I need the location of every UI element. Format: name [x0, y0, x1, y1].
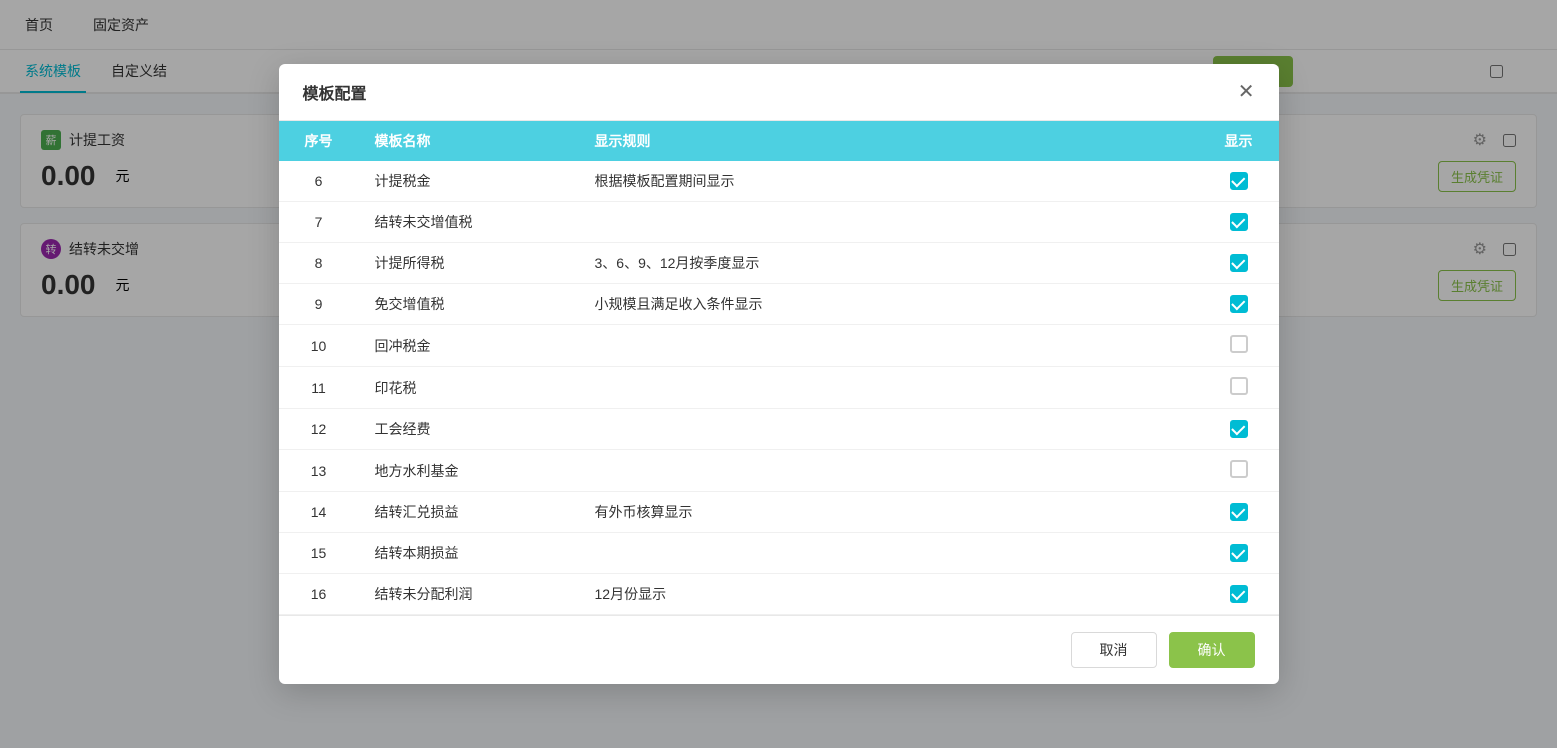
modal-body: 序号 模板名称 显示规则 显示 6计提税金根据模板配置期间显示7结转未交增值税8… [279, 121, 1279, 615]
cell-rule [579, 450, 1199, 492]
cell-id: 12 [279, 409, 359, 450]
cell-name: 结转未交增值税 [359, 202, 579, 243]
table-row: 10回冲税金 [279, 325, 1279, 367]
cell-id: 7 [279, 202, 359, 243]
cell-checkbox[interactable] [1199, 161, 1279, 202]
table-row: 14结转汇兑损益有外币核算显示 [279, 492, 1279, 533]
cell-checkbox[interactable] [1199, 367, 1279, 409]
modal-overlay: 模板配置 ✕ 序号 模板名称 显示规则 显示 6计提税金根据模板配置期间显示7结… [0, 0, 1557, 748]
checkbox-checked[interactable] [1230, 420, 1248, 438]
cell-name: 计提税金 [359, 161, 579, 202]
cell-rule [579, 325, 1199, 367]
checkbox-checked[interactable] [1230, 585, 1248, 603]
checkbox-checked[interactable] [1230, 544, 1248, 562]
checkbox-checked[interactable] [1230, 503, 1248, 521]
table-row: 9免交增值税小规模且满足收入条件显示 [279, 284, 1279, 325]
cell-name: 结转未分配利润 [359, 574, 579, 615]
cell-name: 工会经费 [359, 409, 579, 450]
cell-rule [579, 409, 1199, 450]
cell-name: 计提所得税 [359, 243, 579, 284]
table-row: 6计提税金根据模板配置期间显示 [279, 161, 1279, 202]
checkbox-checked[interactable] [1230, 254, 1248, 272]
cell-rule: 12月份显示 [579, 574, 1199, 615]
cell-rule [579, 202, 1199, 243]
checkbox-unchecked[interactable] [1230, 377, 1248, 395]
checkbox-unchecked[interactable] [1230, 335, 1248, 353]
cell-checkbox[interactable] [1199, 284, 1279, 325]
cell-rule: 有外币核算显示 [579, 492, 1199, 533]
cell-checkbox[interactable] [1199, 450, 1279, 492]
cell-rule [579, 367, 1199, 409]
table-row: 12工会经费 [279, 409, 1279, 450]
table-row: 13地方水利基金 [279, 450, 1279, 492]
col-display: 显示 [1199, 121, 1279, 161]
cell-checkbox[interactable] [1199, 243, 1279, 284]
cell-checkbox[interactable] [1199, 533, 1279, 574]
table-row: 8计提所得税3、6、9、12月按季度显示 [279, 243, 1279, 284]
checkbox-checked[interactable] [1230, 213, 1248, 231]
col-rule: 显示规则 [579, 121, 1199, 161]
modal-footer: 取消 确认 [279, 615, 1279, 684]
confirm-button[interactable]: 确认 [1169, 632, 1255, 668]
cell-id: 15 [279, 533, 359, 574]
cell-checkbox[interactable] [1199, 492, 1279, 533]
checkbox-checked[interactable] [1230, 172, 1248, 190]
cancel-button[interactable]: 取消 [1071, 632, 1157, 668]
cell-name: 结转本期损益 [359, 533, 579, 574]
cell-name: 免交增值税 [359, 284, 579, 325]
cell-rule: 3、6、9、12月按季度显示 [579, 243, 1199, 284]
cell-checkbox[interactable] [1199, 202, 1279, 243]
cell-name: 结转汇兑损益 [359, 492, 579, 533]
cell-id: 14 [279, 492, 359, 533]
cell-checkbox[interactable] [1199, 574, 1279, 615]
table-row: 11印花税 [279, 367, 1279, 409]
cell-id: 8 [279, 243, 359, 284]
table-row: 7结转未交增值税 [279, 202, 1279, 243]
cell-rule: 小规模且满足收入条件显示 [579, 284, 1199, 325]
cell-name: 地方水利基金 [359, 450, 579, 492]
cell-id: 13 [279, 450, 359, 492]
col-name: 模板名称 [359, 121, 579, 161]
cell-checkbox[interactable] [1199, 409, 1279, 450]
checkbox-checked[interactable] [1230, 295, 1248, 313]
modal-header: 模板配置 ✕ [279, 64, 1279, 121]
cell-name: 回冲税金 [359, 325, 579, 367]
table-row: 16结转未分配利润12月份显示 [279, 574, 1279, 615]
table-header-row: 序号 模板名称 显示规则 显示 [279, 121, 1279, 161]
col-id: 序号 [279, 121, 359, 161]
cell-id: 9 [279, 284, 359, 325]
cell-id: 10 [279, 325, 359, 367]
checkbox-unchecked[interactable] [1230, 460, 1248, 478]
cell-rule [579, 533, 1199, 574]
cell-id: 6 [279, 161, 359, 202]
config-table: 序号 模板名称 显示规则 显示 6计提税金根据模板配置期间显示7结转未交增值税8… [279, 121, 1279, 615]
cell-rule: 根据模板配置期间显示 [579, 161, 1199, 202]
modal-close-button[interactable]: ✕ [1238, 82, 1255, 102]
cell-checkbox[interactable] [1199, 325, 1279, 367]
modal-title: 模板配置 [303, 80, 367, 104]
template-config-modal: 模板配置 ✕ 序号 模板名称 显示规则 显示 6计提税金根据模板配置期间显示7结… [279, 64, 1279, 684]
cell-id: 11 [279, 367, 359, 409]
cell-name: 印花税 [359, 367, 579, 409]
cell-id: 16 [279, 574, 359, 615]
table-row: 15结转本期损益 [279, 533, 1279, 574]
